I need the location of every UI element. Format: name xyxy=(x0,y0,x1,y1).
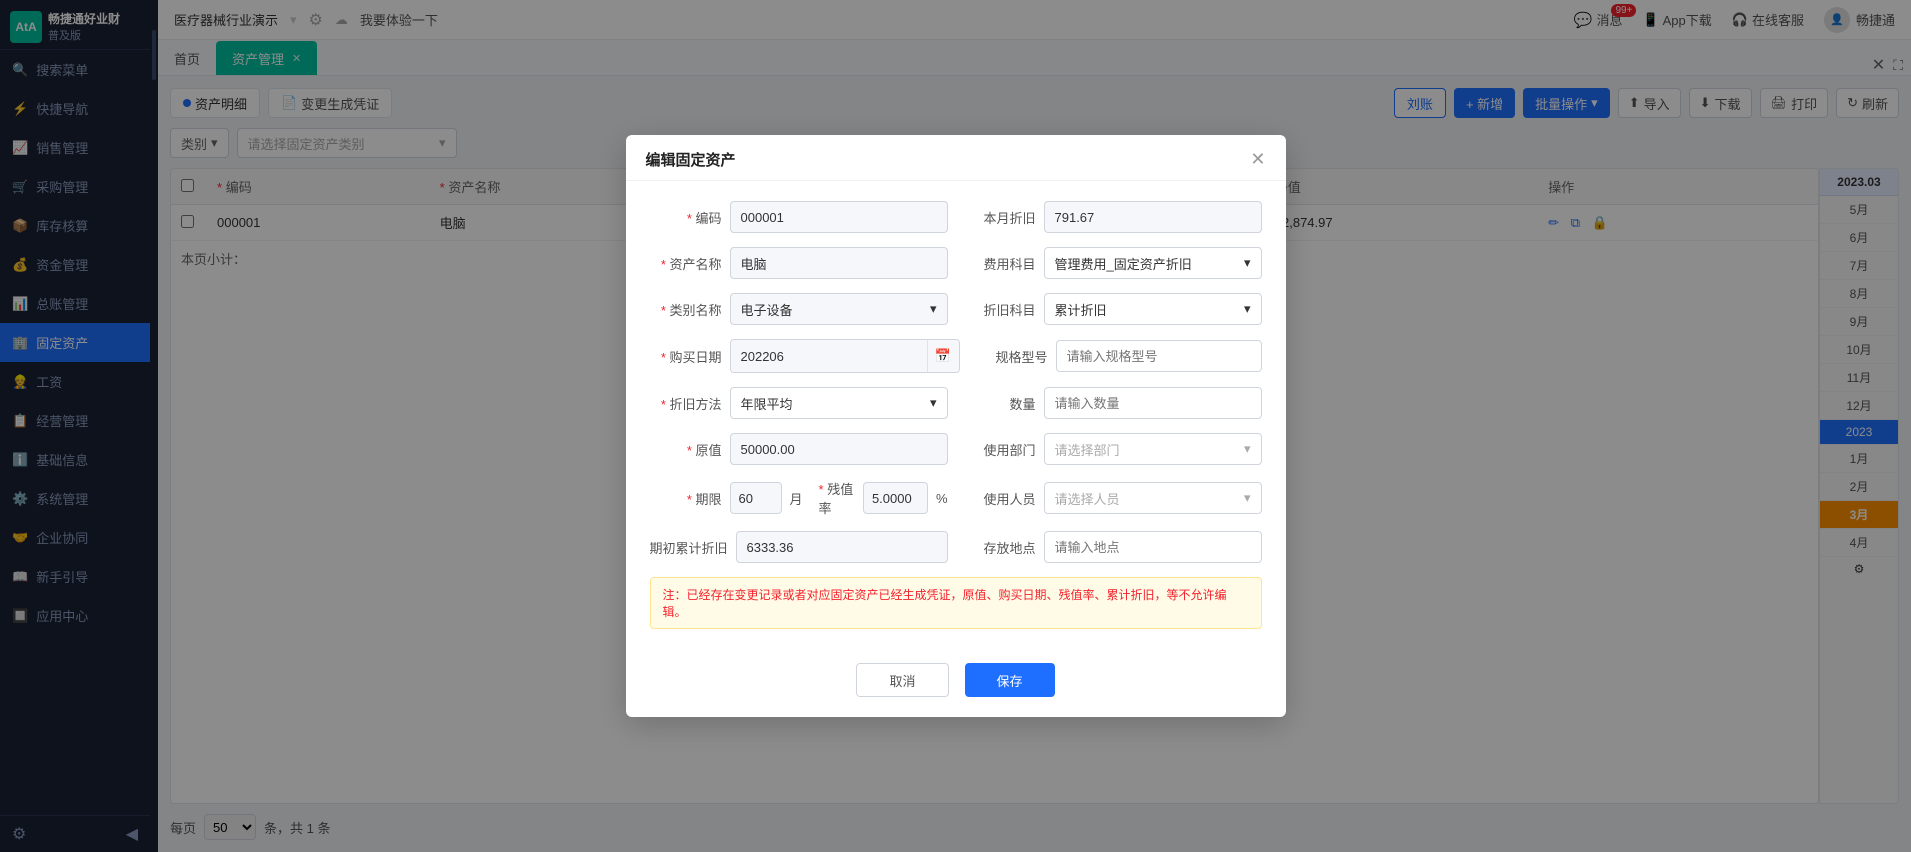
original-value-input xyxy=(730,433,948,465)
modal-row-6: * 原值 使用部门 请选择部门 ▾ xyxy=(650,433,1262,465)
field-department: 使用部门 请选择部门 ▾ xyxy=(964,433,1262,465)
field-category: * 类别名称 电子设备 ▾ xyxy=(650,293,948,325)
modal-close-btn[interactable]: ✕ xyxy=(1250,149,1265,170)
calendar-icon[interactable]: 📅 xyxy=(927,340,959,372)
user-placeholder: 请选择人员 xyxy=(1055,489,1120,508)
dep-account-value: 累计折旧 xyxy=(1055,300,1107,319)
category-value: 电子设备 xyxy=(741,300,793,319)
department-select[interactable]: 请选择部门 ▾ xyxy=(1044,433,1262,465)
residual-rate-unit: % xyxy=(936,491,948,506)
modal-row-5: * 折旧方法 年限平均 ▾ 数量 xyxy=(650,387,1262,419)
purchase-date-label: * 购买日期 xyxy=(650,347,722,366)
residual-rate-input xyxy=(863,482,928,514)
field-code: * 编码 xyxy=(650,201,948,233)
expense-account-label: 费用科目 xyxy=(964,254,1036,273)
modal-row-7: * 期限 月 * 残值率 % 使用人员 请选择人员 ▾ xyxy=(650,479,1262,517)
expense-account-select[interactable]: 管理费用_固定资产折旧 ▾ xyxy=(1044,247,1262,279)
dep-account-label: 折旧科目 xyxy=(964,300,1036,319)
model-input[interactable] xyxy=(1056,340,1262,372)
expense-chevron-icon: ▾ xyxy=(1244,255,1251,271)
user-select[interactable]: 请选择人员 ▾ xyxy=(1044,482,1262,514)
quantity-label: 数量 xyxy=(964,394,1036,413)
purchase-date-input[interactable] xyxy=(731,340,927,372)
department-label: 使用部门 xyxy=(964,440,1036,459)
category-field-label: * 类别名称 xyxy=(650,300,722,319)
field-expense-account: 费用科目 管理费用_固定资产折旧 ▾ xyxy=(964,247,1262,279)
modal-body: * 编码 本月折旧 * 资产名称 费用科目 xyxy=(626,181,1286,657)
initial-dep-label: 期初累计折旧 xyxy=(650,538,728,557)
expense-account-value: 管理费用_固定资产折旧 xyxy=(1055,254,1192,273)
dep-method-select[interactable]: 年限平均 ▾ xyxy=(730,387,948,419)
field-user: 使用人员 请选择人员 ▾ xyxy=(964,479,1262,517)
modal-row-1: * 编码 本月折旧 xyxy=(650,201,1262,233)
modal-footer: 取消 保存 xyxy=(626,657,1286,717)
note-text: 注：已经存在变更记录或者对应固定资产已经生成凭证，原值、购买日期、残值率、累计折… xyxy=(663,588,1227,619)
residual-rate-label: * 残值率 xyxy=(819,479,855,517)
category-select-modal[interactable]: 电子设备 ▾ xyxy=(730,293,948,325)
purchase-date-wrap: 📅 xyxy=(730,339,960,373)
dep-account-chevron-icon: ▾ xyxy=(1244,301,1251,317)
field-location: 存放地点 xyxy=(964,531,1262,563)
original-value-label: * 原值 xyxy=(650,440,722,459)
modal-overlay: 编辑固定资产 ✕ * 编码 本月折旧 xyxy=(0,0,1911,852)
field-current-month-dep: 本月折旧 xyxy=(964,201,1262,233)
field-initial-accumulated-dep: 期初累计折旧 xyxy=(650,531,948,563)
user-label: 使用人员 xyxy=(964,489,1036,508)
field-dep-method: * 折旧方法 年限平均 ▾ xyxy=(650,387,948,419)
modal-header: 编辑固定资产 ✕ xyxy=(626,135,1286,181)
dep-method-label: * 折旧方法 xyxy=(650,394,722,413)
modal-row-4: * 购买日期 📅 规格型号 xyxy=(650,339,1262,373)
modal-row-8: 期初累计折旧 存放地点 xyxy=(650,531,1262,563)
period-label: * 期限 xyxy=(650,489,722,508)
period-unit-label: 月 xyxy=(790,489,803,508)
field-depreciation-account: 折旧科目 累计折旧 ▾ xyxy=(964,293,1262,325)
dep-method-value: 年限平均 xyxy=(741,394,793,413)
field-asset-name: * 资产名称 xyxy=(650,247,948,279)
code-input[interactable] xyxy=(730,201,948,233)
quantity-input[interactable] xyxy=(1044,387,1262,419)
dep-method-chevron-icon: ▾ xyxy=(930,395,937,411)
field-quantity: 数量 xyxy=(964,387,1262,419)
model-label: 规格型号 xyxy=(976,347,1048,366)
field-original-value: * 原值 xyxy=(650,433,948,465)
initial-dep-input xyxy=(736,531,948,563)
modal-note: 注：已经存在变更记录或者对应固定资产已经生成凭证，原值、购买日期、残值率、累计折… xyxy=(650,577,1262,629)
asset-name-input[interactable] xyxy=(730,247,948,279)
cancel-button[interactable]: 取消 xyxy=(856,663,948,697)
department-placeholder: 请选择部门 xyxy=(1055,440,1120,459)
location-label: 存放地点 xyxy=(964,538,1036,557)
user-chevron-icon: ▾ xyxy=(1244,490,1251,506)
field-model: 规格型号 xyxy=(976,339,1262,373)
modal-row-2: * 资产名称 费用科目 管理费用_固定资产折旧 ▾ xyxy=(650,247,1262,279)
modal-row-3: * 类别名称 电子设备 ▾ 折旧科目 累计折旧 ▾ xyxy=(650,293,1262,325)
field-purchase-date: * 购买日期 📅 xyxy=(650,339,960,373)
dep-account-select[interactable]: 累计折旧 ▾ xyxy=(1044,293,1262,325)
field-period-rate: * 期限 月 * 残值率 % xyxy=(650,479,948,517)
modal-title: 编辑固定资产 xyxy=(646,149,736,170)
current-month-dep-label: 本月折旧 xyxy=(964,208,1036,227)
edit-modal: 编辑固定资产 ✕ * 编码 本月折旧 xyxy=(626,135,1286,717)
code-label: * 编码 xyxy=(650,208,722,227)
category-chevron-icon: ▾ xyxy=(930,301,937,317)
dept-chevron-icon: ▾ xyxy=(1244,441,1251,457)
asset-name-label: * 资产名称 xyxy=(650,254,722,273)
location-input[interactable] xyxy=(1044,531,1262,563)
current-month-dep-input xyxy=(1044,201,1262,233)
save-button[interactable]: 保存 xyxy=(965,663,1055,697)
period-input xyxy=(730,482,782,514)
